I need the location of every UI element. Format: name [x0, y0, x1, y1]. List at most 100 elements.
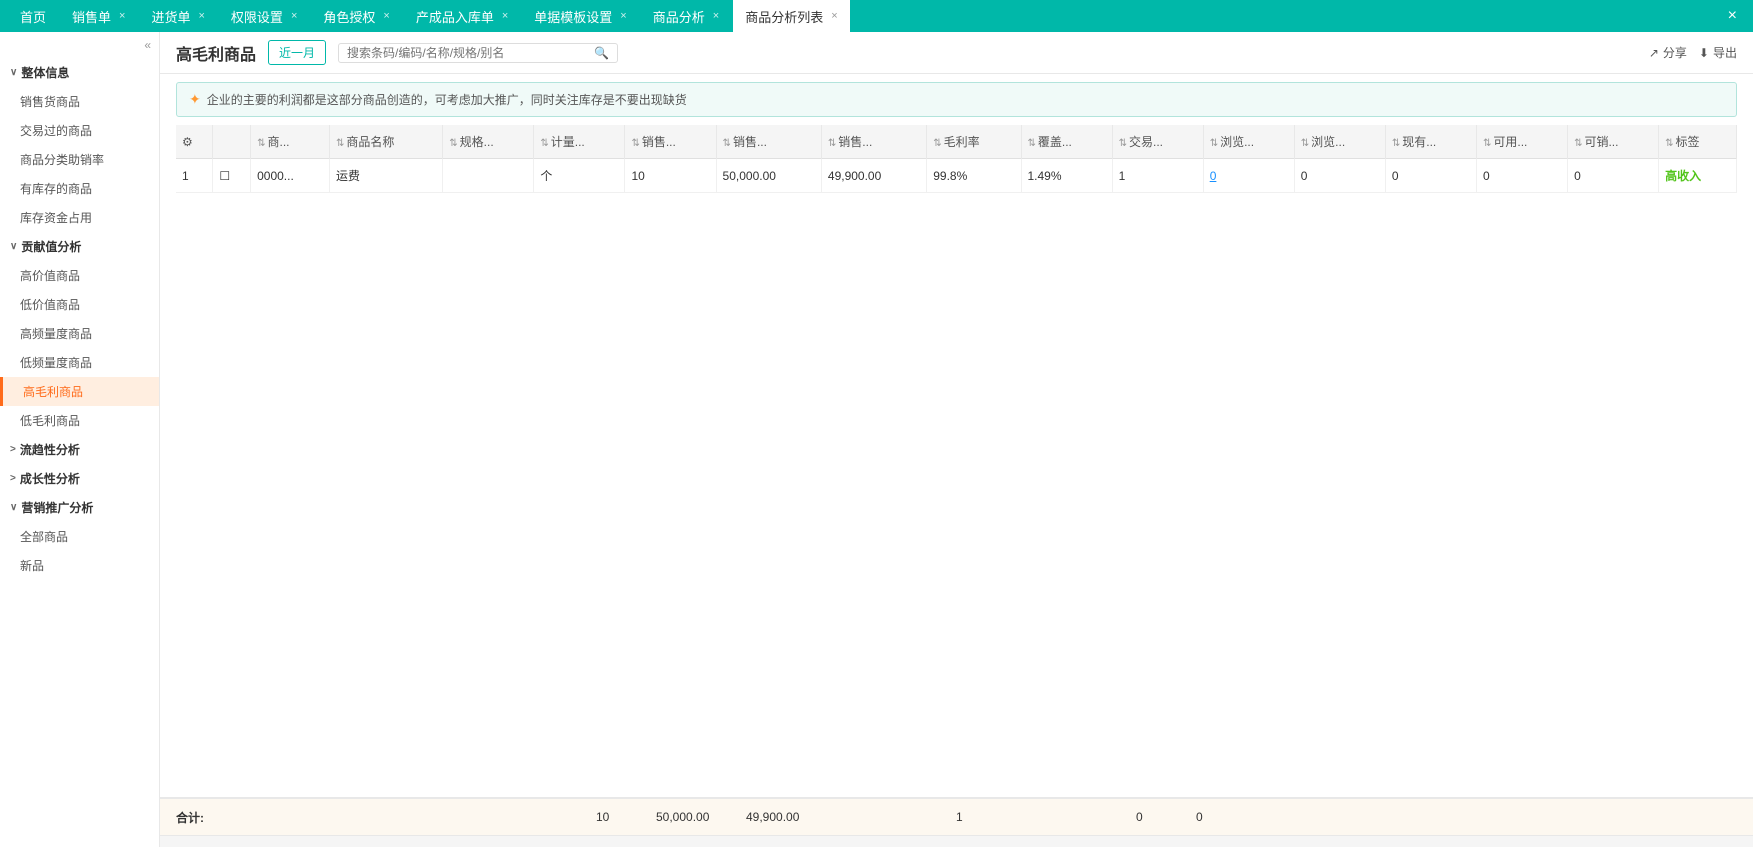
search-icon[interactable]: 🔍: [594, 46, 609, 60]
nav-tab-close-product-analysis[interactable]: ×: [713, 10, 719, 22]
sidebar-item-low-margin-goods[interactable]: 低毛利商品: [0, 406, 159, 435]
sort-icon-browse2: ⇅: [1301, 138, 1309, 149]
nav-tab-close-role-permission[interactable]: ×: [383, 10, 389, 22]
sort-icon-spec: ⇅: [449, 138, 457, 149]
row-transaction: 1: [1112, 159, 1203, 193]
sidebar-item-high-margin-goods[interactable]: 高毛利商品: [0, 377, 159, 406]
nav-tab-home[interactable]: 首页: [8, 0, 58, 32]
col-header-saleable[interactable]: ⇅可销...: [1568, 125, 1659, 159]
nav-tab-sales-order[interactable]: 销售单×: [60, 0, 137, 32]
sidebar-item-traded-goods[interactable]: 交易过的商品: [0, 116, 159, 145]
sidebar-item-inventory-capital[interactable]: 库存资金占用: [0, 203, 159, 232]
sidebar-collapse-button[interactable]: «: [0, 32, 159, 58]
sidebar-group-arrow-trend-analysis: >: [10, 444, 16, 455]
col-header-sales_qty[interactable]: ⇅销售...: [625, 125, 716, 159]
sort-icon-code: ⇅: [257, 138, 265, 149]
footer-label: 合计:: [160, 809, 320, 826]
sidebar-group-label-value-analysis: 贡献值分析: [21, 238, 81, 255]
sidebar-group-label-growth-analysis: 成长性分析: [20, 470, 80, 487]
nav-tab-template-settings[interactable]: 单据模板设置×: [522, 0, 638, 32]
sidebar-item-high-value-goods[interactable]: 高价值商品: [0, 261, 159, 290]
close-all-button[interactable]: ×: [1720, 7, 1745, 25]
col-header-browse2[interactable]: ⇅浏览...: [1294, 125, 1385, 159]
footer-cell-6: 50,000.00: [650, 810, 740, 824]
col-header-margin_rate[interactable]: ⇅毛利率: [927, 125, 1021, 159]
row-available2: 0: [1476, 159, 1567, 193]
sidebar-group-trend-analysis[interactable]: >流趋性分析: [0, 435, 159, 464]
col-header-coverage[interactable]: ⇅覆盖...: [1021, 125, 1112, 159]
sort-icon-saleable: ⇅: [1574, 138, 1582, 149]
nav-tab-close-permission-settings[interactable]: ×: [291, 10, 297, 22]
sidebar-group-growth-analysis[interactable]: >成长性分析: [0, 464, 159, 493]
footer-cell-3: [430, 810, 530, 824]
header-actions: ↗ 分享 ⬇ 导出: [1649, 44, 1737, 61]
nav-tab-close-import-order[interactable]: ×: [198, 10, 204, 22]
sidebar-group-marketing-analysis[interactable]: ∨营销推广分析: [0, 493, 159, 522]
col-header-code[interactable]: ⇅商...: [251, 125, 330, 159]
col-header-available2[interactable]: ⇅可用...: [1476, 125, 1567, 159]
share-button[interactable]: ↗ 分享: [1649, 44, 1687, 61]
col-header-sales_amount[interactable]: ⇅销售...: [716, 125, 821, 159]
row-sales-qty: 10: [625, 159, 716, 193]
sidebar-group-label-marketing-analysis: 营销推广分析: [21, 499, 93, 516]
row-unit: 个: [534, 159, 625, 193]
sidebar-item-high-freq-goods[interactable]: 高频量度商品: [0, 319, 159, 348]
row-checkbox[interactable]: ☐: [213, 159, 251, 193]
nav-tab-close-sales-order[interactable]: ×: [119, 10, 125, 22]
row-coverage: 1.49%: [1021, 159, 1112, 193]
export-button[interactable]: ⬇ 导出: [1699, 44, 1737, 61]
sidebar-group-label-overall-info: 整体信息: [21, 64, 69, 81]
sort-icon-transaction: ⇅: [1119, 138, 1127, 149]
sort-icon-name: ⇅: [336, 138, 344, 149]
col-header-unit[interactable]: ⇅计量...: [534, 125, 625, 159]
sort-icon-sales_qty: ⇅: [631, 138, 639, 149]
sidebar-item-sales-goods[interactable]: 销售货商品: [0, 87, 159, 116]
nav-tab-permission-settings[interactable]: 权限设置×: [219, 0, 309, 32]
sidebar-item-goods-analysis[interactable]: 商品分类助销率: [0, 145, 159, 174]
col-header-available1[interactable]: ⇅现有...: [1385, 125, 1476, 159]
footer-cell-4: [530, 810, 590, 824]
data-table: ⚙⇅商...⇅商品名称⇅规格...⇅计量...⇅销售...⇅销售...⇅销售..…: [176, 125, 1737, 193]
time-filter-button[interactable]: 近一月: [268, 40, 326, 65]
col-header-browse1[interactable]: ⇅浏览...: [1203, 125, 1294, 159]
row-margin-rate: 99.8%: [927, 159, 1021, 193]
search-input[interactable]: [347, 46, 590, 60]
col-header-sales_profit[interactable]: ⇅销售...: [821, 125, 926, 159]
nav-tab-product-entry[interactable]: 产成品入库单×: [404, 0, 520, 32]
sidebar-group-arrow-value-analysis: ∨: [10, 241, 17, 252]
search-box: 🔍: [338, 43, 618, 63]
nav-tab-role-permission[interactable]: 角色授权×: [311, 0, 401, 32]
col-header-spec[interactable]: ⇅规格...: [443, 125, 534, 159]
col-header-transaction[interactable]: ⇅交易...: [1112, 125, 1203, 159]
sidebar-item-low-value-goods[interactable]: 低价值商品: [0, 290, 159, 319]
footer-cell-1: [350, 810, 380, 824]
sidebar-item-inventory-goods[interactable]: 有库存的商品: [0, 174, 159, 203]
bottom-scrollbar[interactable]: [160, 835, 1753, 847]
row-browse1: 0: [1203, 159, 1294, 193]
sort-icon-available2: ⇅: [1483, 138, 1491, 149]
nav-tab-close-template-settings[interactable]: ×: [620, 10, 626, 22]
col-header-checkbox: [213, 125, 251, 159]
row-saleable: 0: [1568, 159, 1659, 193]
nav-tab-import-order[interactable]: 进货单×: [139, 0, 216, 32]
footer-cell-8: [830, 810, 890, 824]
sort-icon-unit: ⇅: [540, 138, 548, 149]
row-name: 运费: [329, 159, 442, 193]
page-title: 高毛利商品: [176, 41, 256, 65]
sidebar-item-low-freq-goods[interactable]: 低频量度商品: [0, 348, 159, 377]
footer-cell-2: [380, 810, 430, 824]
sidebar-group-value-analysis[interactable]: ∨ 贡献值分析: [0, 232, 159, 261]
nav-tab-product-analysis[interactable]: 商品分析×: [641, 0, 731, 32]
sort-icon-sales_amount: ⇅: [723, 138, 731, 149]
sidebar-item-new-goods[interactable]: 新品: [0, 551, 159, 580]
footer-cell-7: 49,900.00: [740, 810, 830, 824]
nav-tab-close-product-entry[interactable]: ×: [502, 10, 508, 22]
nav-tab-product-analysis-list[interactable]: 商品分析列表×: [733, 0, 849, 32]
sidebar-item-all-goods[interactable]: 全部商品: [0, 522, 159, 551]
nav-tab-close-product-analysis-list[interactable]: ×: [831, 10, 837, 22]
col-header-name[interactable]: ⇅商品名称: [329, 125, 442, 159]
sort-icon-margin_rate: ⇅: [933, 138, 941, 149]
col-header-tag[interactable]: ⇅标签: [1659, 125, 1737, 159]
sidebar-group-overall-info[interactable]: ∨ 整体信息: [0, 58, 159, 87]
sidebar-group-arrow-overall-info: ∨: [10, 67, 17, 78]
